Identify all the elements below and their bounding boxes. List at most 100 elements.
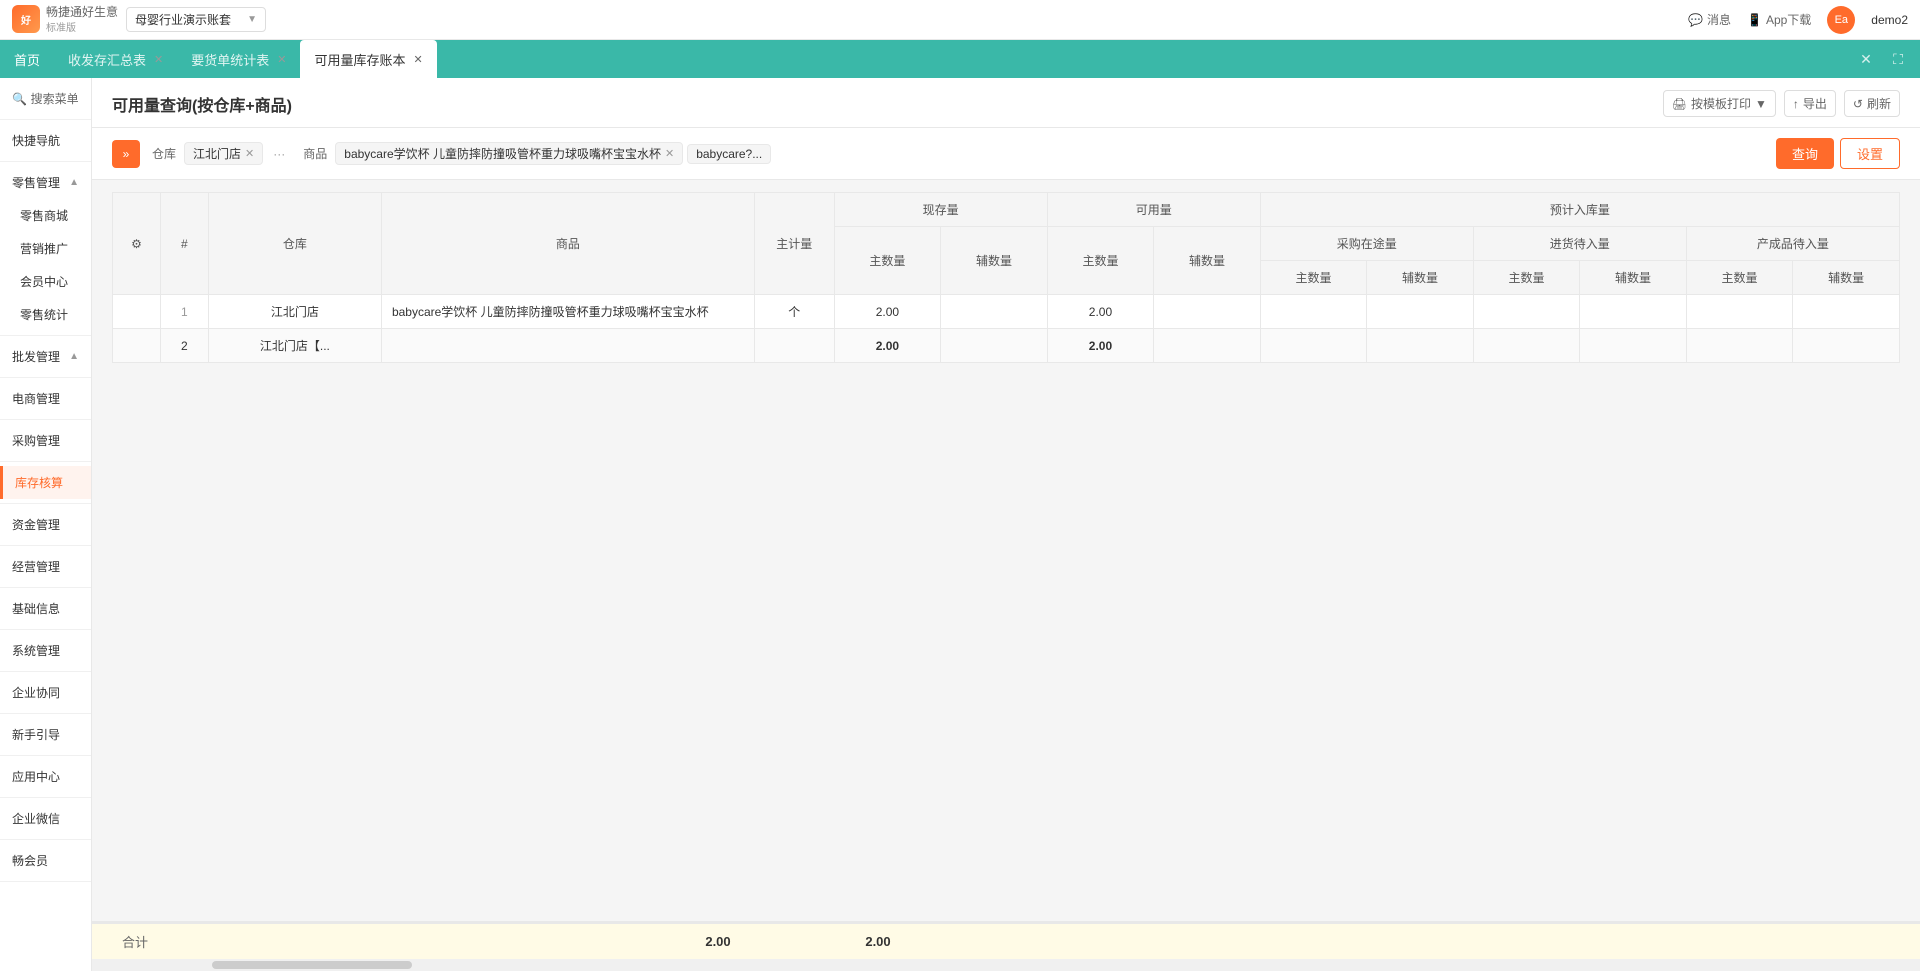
warehouse-tag-close-icon[interactable]: ✕ (245, 147, 254, 160)
table-warehouse-header: 仓库 (208, 193, 381, 295)
sidebar-item-newbie[interactable]: 新手引导 (0, 718, 91, 751)
user-name: demo2 (1871, 13, 1908, 27)
tab-home-label: 首页 (14, 50, 40, 69)
group-avail-aux-cell (1154, 329, 1261, 363)
group-settings-cell (113, 329, 161, 363)
app-download-action[interactable]: 📱 App下载 (1747, 11, 1811, 28)
print-chevron-icon: ▼ (1755, 97, 1767, 111)
avatar[interactable]: Ea (1827, 6, 1855, 34)
product-tag-babycare2[interactable]: babycare?... (687, 144, 771, 164)
row-purchase-aux-cell (1367, 295, 1474, 329)
sidebar-item-basics[interactable]: 基础信息 (0, 592, 91, 625)
sidebar-item-app-center[interactable]: 应用中心 (0, 760, 91, 793)
sidebar-item-collab[interactable]: 企业协同 (0, 676, 91, 709)
tab-home[interactable]: 首页 (0, 40, 54, 78)
top-bar: 好 畅捷通好生意 标准版 母婴行业演示账套 ▼ 💬 消息 📱 App下载 Ea … (0, 0, 1920, 40)
table-product-group-header: 产成品待入量 (1686, 227, 1899, 261)
group-product-cell (381, 329, 754, 363)
row-avail-main-cell: 2.00 (1047, 295, 1154, 329)
sidebar-item-quick-nav[interactable]: 快捷导航 (0, 124, 91, 157)
group-product-aux-cell (1793, 329, 1900, 363)
row-product-main-cell (1686, 295, 1793, 329)
refresh-button[interactable]: ↺ 刷新 (1844, 90, 1900, 117)
table-settings-header[interactable]: ⚙ (113, 193, 161, 295)
table-unit-header: 主计量 (754, 193, 834, 295)
sidebar-item-ecommerce[interactable]: 电商管理 (0, 382, 91, 415)
sidebar-item-retail-stats[interactable]: 零售统计 (0, 298, 91, 331)
table-avail-main-header: 主数量 (1047, 227, 1154, 295)
scrollbar-thumb[interactable] (212, 961, 412, 969)
table-purchase-group-header: 采购在途量 (1260, 227, 1473, 261)
sidebar-item-wholesale-mgmt[interactable]: 批发管理 ▲ (0, 340, 91, 373)
top-bar-left: 好 畅捷通好生意 标准版 母婴行业演示账套 ▼ (12, 5, 266, 34)
warehouse-more-icon[interactable]: ··· (267, 145, 291, 163)
avatar-text: Ea (1835, 14, 1848, 26)
filter-action-buttons: 查询 设置 (1776, 138, 1900, 169)
table-row: 1 江北门店 babycare学饮杯 儿童防摔防撞吸管杯重力球吸嘴杯宝宝水杯 个… (113, 295, 1900, 329)
row-inbound-aux-cell (1580, 295, 1687, 329)
search-menu-label: 搜索菜单 (31, 92, 79, 106)
table-inbound-main-header: 主数量 (1473, 261, 1580, 295)
search-menu-button[interactable]: 🔍 搜索菜单 (8, 86, 83, 111)
tab-expand-icon[interactable]: ⛶ (1884, 45, 1912, 73)
sidebar-item-member2[interactable]: 畅会员 (0, 844, 91, 877)
sidebar-item-retail-mall[interactable]: 零售商城 (0, 199, 91, 232)
product-tags: babycare学饮杯 儿童防摔防撞吸管杯重力球吸嘴杯宝宝水杯 ✕ babyca… (335, 142, 771, 165)
page-title: 可用量查询(按仓库+商品) (112, 92, 292, 116)
warehouse-tags: 江北门店 ✕ ··· (184, 142, 291, 165)
sidebar-item-operations[interactable]: 经营管理 (0, 550, 91, 583)
operations-label: 经营管理 (12, 558, 60, 575)
row-purchase-main-cell (1260, 295, 1367, 329)
tab-summary-close-icon[interactable]: ✕ (154, 53, 163, 66)
table-footer: 合计 2.00 2.00 (92, 922, 1920, 959)
tab-close-all-icon[interactable]: ✕ (1852, 45, 1880, 73)
member2-label: 畅会员 (12, 852, 48, 869)
page-actions: 🖨 按模板打印 ▼ ↑ 导出 ↺ 刷新 (1663, 90, 1900, 117)
app-edition: 标准版 (46, 19, 118, 34)
newbie-label: 新手引导 (12, 726, 60, 743)
table-product-main-header: 主数量 (1686, 261, 1793, 295)
query-button[interactable]: 查询 (1776, 138, 1834, 169)
sidebar-item-system[interactable]: 系统管理 (0, 634, 91, 667)
sidebar-item-retail-mgmt[interactable]: 零售管理 ▲ (0, 166, 91, 199)
sidebar-system-section: 系统管理 (0, 630, 91, 672)
tab-bar: 首页 收发存汇总表 ✕ 要货单统计表 ✕ 可用量库存账本 ✕ ✕ ⛶ (0, 40, 1920, 78)
filter-toggle-button[interactable]: » (112, 140, 140, 168)
sidebar-item-inventory[interactable]: 库存核算 (0, 466, 91, 499)
data-table: ⚙ # 仓库 商品 主计量 现存量 可用量 预计入库量 主数量 辅数量 主数量 … (112, 192, 1900, 363)
table-inbound-aux-header: 辅数量 (1580, 261, 1687, 295)
warehouse-filter-label: 仓库 (152, 145, 176, 162)
sidebar-inventory-section: 库存核算 (0, 462, 91, 504)
page-title-row: 可用量查询(按仓库+商品) 🖨 按模板打印 ▼ ↑ 导出 ↺ 刷新 (112, 90, 1900, 117)
horizontal-scrollbar[interactable] (92, 959, 1920, 971)
export-button[interactable]: ↑ 导出 (1784, 90, 1836, 117)
warehouse-tag-jiangbei[interactable]: 江北门店 ✕ (184, 142, 263, 165)
product-tag-babycare[interactable]: babycare学饮杯 儿童防摔防撞吸管杯重力球吸嘴杯宝宝水杯 ✕ (335, 142, 683, 165)
tab-summary[interactable]: 收发存汇总表 ✕ (54, 40, 177, 78)
print-template-button[interactable]: 🖨 按模板打印 ▼ (1663, 90, 1776, 117)
group-avail-main-cell: 2.00 (1047, 329, 1154, 363)
sidebar-purchase-section: 采购管理 (0, 420, 91, 462)
logo-area: 好 畅捷通好生意 标准版 (12, 5, 118, 34)
tab-available-stock[interactable]: 可用量库存账本 ✕ (300, 40, 436, 78)
store-selector[interactable]: 母婴行业演示账套 ▼ (126, 7, 266, 32)
sidebar-item-marketing[interactable]: 营销推广 (0, 232, 91, 265)
table-avail-aux-header: 辅数量 (1154, 227, 1261, 295)
product-filter-group: 商品 babycare学饮杯 儿童防摔防撞吸管杯重力球吸嘴杯宝宝水杯 ✕ bab… (303, 142, 771, 165)
table-footer-area: 合计 2.00 2.00 (92, 921, 1920, 971)
message-action[interactable]: 💬 消息 (1688, 11, 1731, 28)
sidebar-item-finance[interactable]: 资金管理 (0, 508, 91, 541)
tab-available-stock-close-icon[interactable]: ✕ (414, 53, 423, 66)
product-tag-close-icon[interactable]: ✕ (665, 147, 674, 160)
sidebar-item-purchase[interactable]: 采购管理 (0, 424, 91, 457)
table-current-main-header: 主数量 (834, 227, 941, 295)
group-purchase-aux-cell (1367, 329, 1474, 363)
sidebar-item-member[interactable]: 会员中心 (0, 265, 91, 298)
settings-button[interactable]: 设置 (1840, 138, 1900, 169)
sidebar-item-wechat[interactable]: 企业微信 (0, 802, 91, 835)
tab-order-stat[interactable]: 要货单统计表 ✕ (177, 40, 300, 78)
print-label: 按模板打印 (1691, 95, 1751, 112)
store-name: 母婴行业演示账套 (135, 11, 231, 28)
tab-order-stat-close-icon[interactable]: ✕ (277, 53, 286, 66)
product-filter-label: 商品 (303, 145, 327, 162)
